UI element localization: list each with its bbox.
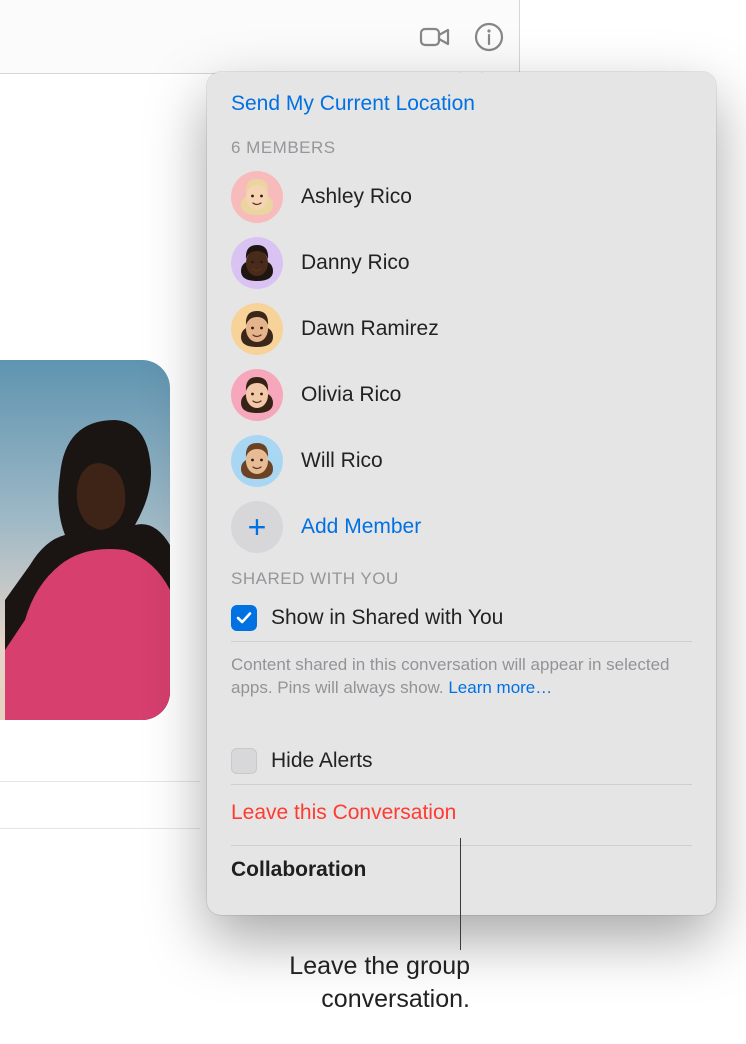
facetime-video-icon[interactable]	[417, 19, 453, 55]
hide-alerts-checkbox[interactable]	[231, 748, 257, 774]
details-popover: Send My Current Location 6 MEMBERS Ashle…	[207, 72, 716, 915]
member-avatar	[231, 435, 283, 487]
member-row[interactable]: Will Rico	[207, 428, 716, 494]
hide-alerts-row[interactable]: Hide Alerts	[207, 738, 716, 784]
member-avatar	[231, 237, 283, 289]
member-name: Will Rico	[301, 449, 383, 473]
member-row[interactable]: Ashley Rico	[207, 164, 716, 230]
member-row[interactable]: Olivia Rico	[207, 362, 716, 428]
show-in-shared-row[interactable]: Show in Shared with You	[207, 595, 716, 641]
member-avatar	[231, 171, 283, 223]
conversation-toolbar	[0, 0, 520, 74]
callout-line	[460, 838, 461, 950]
bg-divider	[0, 781, 200, 782]
callout-text: Leave the group conversation.	[210, 950, 470, 1015]
plus-icon: +	[231, 501, 283, 553]
collaboration-label: Collaboration	[231, 858, 366, 881]
show-in-shared-checkbox[interactable]	[231, 605, 257, 631]
member-avatar	[231, 303, 283, 355]
member-name: Dawn Ramirez	[301, 317, 439, 341]
shared-fineprint: Content shared in this conversation will…	[207, 642, 716, 738]
member-row[interactable]: Dawn Ramirez	[207, 296, 716, 362]
hide-alerts-label: Hide Alerts	[271, 749, 373, 773]
leave-conversation-row[interactable]: Leave this Conversation	[207, 785, 716, 845]
send-location-link[interactable]: Send My Current Location	[207, 90, 716, 136]
member-avatar	[231, 369, 283, 421]
member-name: Danny Rico	[301, 251, 410, 275]
collaboration-section[interactable]: Collaboration	[207, 846, 716, 900]
conversation-photo	[0, 360, 170, 720]
person-silhouette	[5, 390, 170, 720]
shared-with-you-header: SHARED WITH YOU	[207, 567, 716, 595]
member-name: Olivia Rico	[301, 383, 401, 407]
bg-divider	[0, 828, 200, 829]
info-icon[interactable]	[471, 19, 507, 55]
member-name: Ashley Rico	[301, 185, 412, 209]
learn-more-link[interactable]: Learn more…	[448, 678, 552, 697]
members-header: 6 MEMBERS	[207, 136, 716, 164]
leave-conversation-link[interactable]: Leave this Conversation	[231, 801, 456, 824]
member-row[interactable]: Danny Rico	[207, 230, 716, 296]
add-member-button[interactable]: + Add Member	[207, 494, 716, 567]
add-member-label: Add Member	[301, 515, 421, 539]
show-in-shared-label: Show in Shared with You	[271, 606, 503, 630]
